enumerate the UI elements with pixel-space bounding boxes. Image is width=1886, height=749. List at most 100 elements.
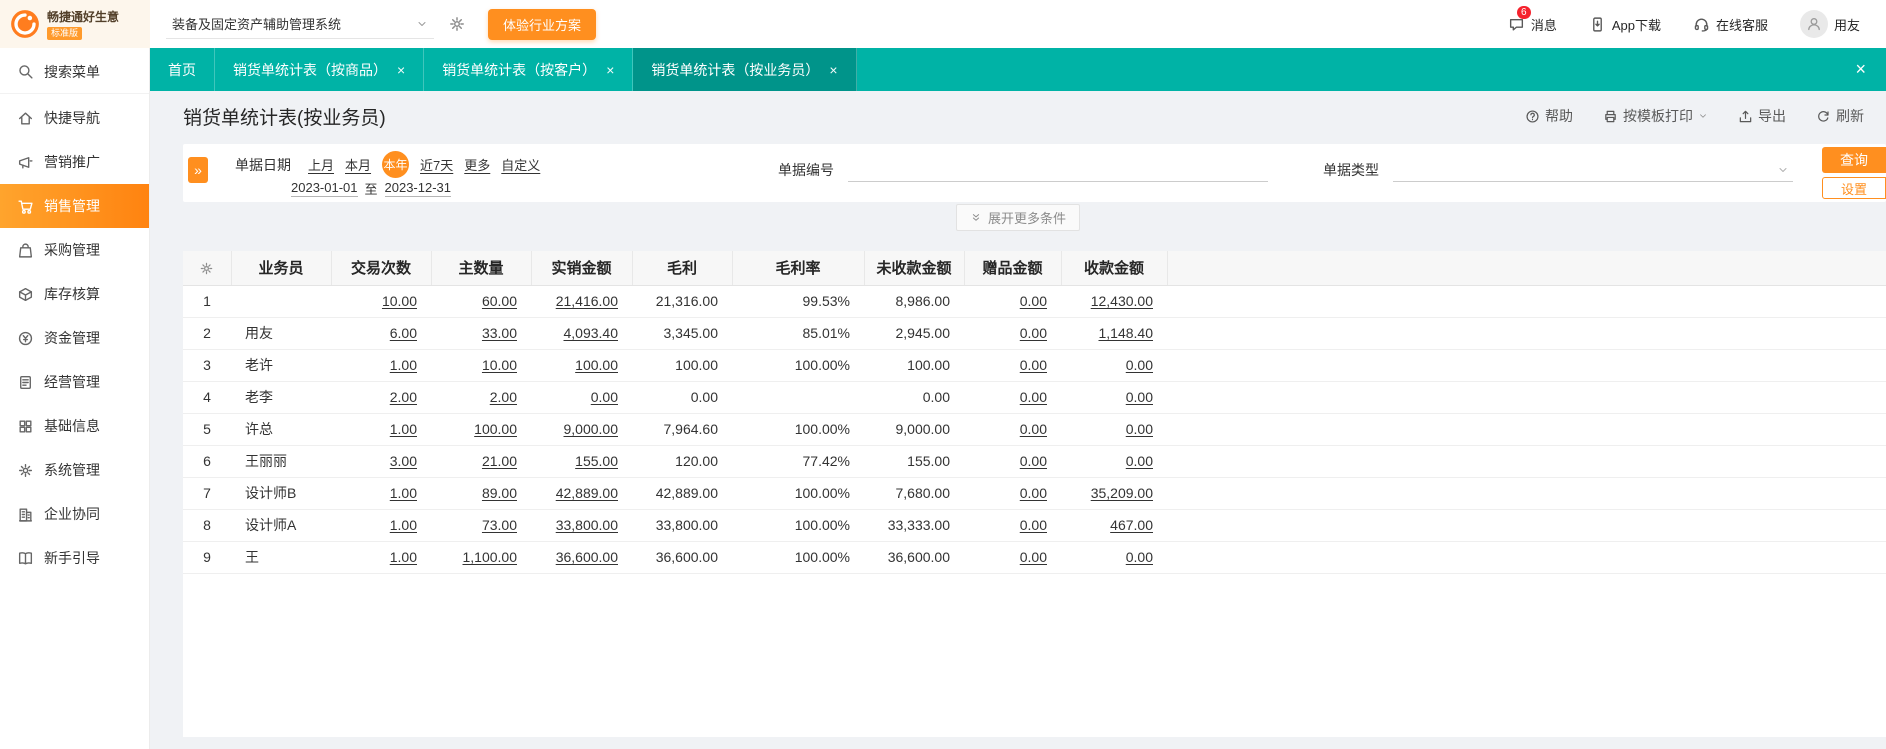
tab-close-icon[interactable]: × <box>397 62 405 78</box>
drilldown-link[interactable]: 10.00 <box>482 357 517 373</box>
drilldown-link[interactable]: 0.00 <box>1020 485 1047 501</box>
date-quick-option[interactable]: 上月 <box>308 155 334 174</box>
sidebar-item[interactable]: 营销推广 <box>0 140 149 184</box>
drilldown-link[interactable]: 2.00 <box>490 389 517 405</box>
drilldown-link[interactable]: 0.00 <box>1020 357 1047 373</box>
sidebar-item[interactable]: 采购管理 <box>0 228 149 272</box>
column-header[interactable]: 交易次数 <box>331 251 432 286</box>
sidebar-item[interactable]: 库存核算 <box>0 272 149 316</box>
drilldown-link[interactable]: 0.00 <box>1126 389 1153 405</box>
date-quick-option[interactable]: 近7天 <box>420 155 453 174</box>
drilldown-link[interactable]: 60.00 <box>482 293 517 309</box>
app-download-button[interactable]: App下载 <box>1589 15 1661 34</box>
drilldown-link[interactable]: 0.00 <box>1126 453 1153 469</box>
trial-industry-button[interactable]: 体验行业方案 <box>488 8 597 40</box>
sidebar-item[interactable]: 资金管理 <box>0 316 149 360</box>
user-menu[interactable]: 用友 <box>1799 10 1860 38</box>
drilldown-link[interactable]: 0.00 <box>591 389 618 405</box>
tab[interactable]: 销货单统计表（按业务员） × <box>633 48 857 91</box>
drilldown-link[interactable]: 3.00 <box>390 453 417 469</box>
drilldown-link[interactable]: 467.00 <box>1110 517 1153 533</box>
tab-close-icon[interactable]: × <box>829 62 837 78</box>
drilldown-link[interactable]: 35,209.00 <box>1091 485 1153 501</box>
tab[interactable]: 销货单统计表（按商品） × <box>215 48 425 91</box>
drilldown-link[interactable]: 1.00 <box>390 485 417 501</box>
drilldown-link[interactable]: 2.00 <box>390 389 417 405</box>
drilldown-link[interactable]: 36,600.00 <box>556 549 618 565</box>
drilldown-link[interactable]: 1,100.00 <box>463 549 518 565</box>
sidebar-item[interactable]: 新手引导 <box>0 536 149 580</box>
query-button[interactable]: 查询 <box>1822 147 1886 173</box>
drilldown-link[interactable]: 21.00 <box>482 453 517 469</box>
drilldown-link[interactable]: 21,416.00 <box>556 293 618 309</box>
settings-gear-icon[interactable] <box>448 15 466 33</box>
expand-more-conditions-button[interactable]: 展开更多条件 <box>955 204 1080 231</box>
tab[interactable]: 销货单统计表（按客户） × <box>424 48 634 91</box>
column-header[interactable]: 毛利 <box>632 251 733 286</box>
doc-type-select[interactable] <box>1393 158 1793 182</box>
drilldown-link[interactable]: 0.00 <box>1126 549 1153 565</box>
drilldown-link[interactable]: 0.00 <box>1020 453 1047 469</box>
column-header[interactable]: 业务员 <box>231 251 332 286</box>
column-settings-header[interactable] <box>183 251 232 286</box>
collapse-filter-button[interactable]: » <box>188 157 208 183</box>
drilldown-link[interactable]: 0.00 <box>1126 421 1153 437</box>
drilldown-link[interactable]: 1.00 <box>390 517 417 533</box>
date-quick-option[interactable]: 自定义 <box>501 155 540 174</box>
sidebar-item[interactable]: 销售管理 <box>0 184 149 228</box>
tab-close-icon[interactable]: × <box>606 62 614 78</box>
column-header[interactable]: 毛利率 <box>732 251 865 286</box>
help-button[interactable]: 帮助 <box>1525 106 1573 126</box>
drilldown-link[interactable]: 0.00 <box>1020 421 1047 437</box>
column-header[interactable]: 主数量 <box>431 251 532 286</box>
date-quick-option[interactable]: 本年 <box>382 151 410 178</box>
drilldown-link[interactable]: 0.00 <box>1020 549 1047 565</box>
column-header[interactable]: 未收款金额 <box>864 251 965 286</box>
close-all-tabs-icon[interactable]: × <box>1835 48 1886 91</box>
column-header[interactable]: 实销金额 <box>531 251 633 286</box>
doc-no-input[interactable] <box>848 158 1268 182</box>
drilldown-link[interactable]: 9,000.00 <box>564 421 619 437</box>
drilldown-link[interactable]: 100.00 <box>474 421 517 437</box>
sidebar-item[interactable]: 搜索菜单 <box>0 50 149 94</box>
drilldown-link[interactable]: 1.00 <box>390 421 417 437</box>
drilldown-link[interactable]: 155.00 <box>575 453 618 469</box>
drilldown-link[interactable]: 42,889.00 <box>556 485 618 501</box>
column-header[interactable]: 收款金额 <box>1061 251 1168 286</box>
column-header[interactable]: 赠品金额 <box>964 251 1062 286</box>
settings-button[interactable]: 设置 <box>1822 177 1886 199</box>
drilldown-link[interactable]: 33.00 <box>482 325 517 341</box>
drilldown-link[interactable]: 89.00 <box>482 485 517 501</box>
export-button[interactable]: 导出 <box>1738 106 1786 126</box>
drilldown-link[interactable]: 33,800.00 <box>556 517 618 533</box>
drilldown-link[interactable]: 0.00 <box>1020 325 1047 341</box>
drilldown-link[interactable]: 1,148.40 <box>1099 325 1154 341</box>
sidebar-item[interactable]: 系统管理 <box>0 448 149 492</box>
sidebar-item[interactable]: 快捷导航 <box>0 96 149 140</box>
drilldown-link[interactable]: 4,093.40 <box>564 325 619 341</box>
date-quick-option[interactable]: 更多 <box>464 155 490 174</box>
drilldown-link[interactable]: 6.00 <box>390 325 417 341</box>
drilldown-link[interactable]: 1.00 <box>390 549 417 565</box>
tab[interactable]: 首页 <box>150 48 215 91</box>
sidebar-item[interactable]: 经营管理 <box>0 360 149 404</box>
sidebar-item[interactable]: 企业协同 <box>0 492 149 536</box>
drilldown-link[interactable]: 0.00 <box>1126 357 1153 373</box>
drilldown-link[interactable]: 0.00 <box>1020 293 1047 309</box>
refresh-button[interactable]: 刷新 <box>1816 106 1864 126</box>
system-select[interactable]: 装备及固定资产辅助管理系统 <box>166 9 434 39</box>
date-from-field[interactable]: 2023-01-01 <box>291 180 358 197</box>
date-to-field[interactable]: 2023-12-31 <box>384 180 452 197</box>
drilldown-link[interactable]: 12,430.00 <box>1091 293 1153 309</box>
drilldown-link[interactable]: 0.00 <box>1020 517 1047 533</box>
online-service-button[interactable]: 在线客服 <box>1693 15 1768 34</box>
sidebar-item[interactable]: 基础信息 <box>0 404 149 448</box>
drilldown-link[interactable]: 1.00 <box>390 357 417 373</box>
drilldown-link[interactable]: 10.00 <box>382 293 417 309</box>
date-quick-option[interactable]: 本月 <box>345 155 371 174</box>
print-by-template-button[interactable]: 按模板打印 <box>1603 106 1708 126</box>
drilldown-link[interactable]: 0.00 <box>1020 389 1047 405</box>
messages-button[interactable]: 6 消息 <box>1508 5 1557 34</box>
drilldown-link[interactable]: 100.00 <box>575 357 618 373</box>
drilldown-link[interactable]: 73.00 <box>482 517 517 533</box>
